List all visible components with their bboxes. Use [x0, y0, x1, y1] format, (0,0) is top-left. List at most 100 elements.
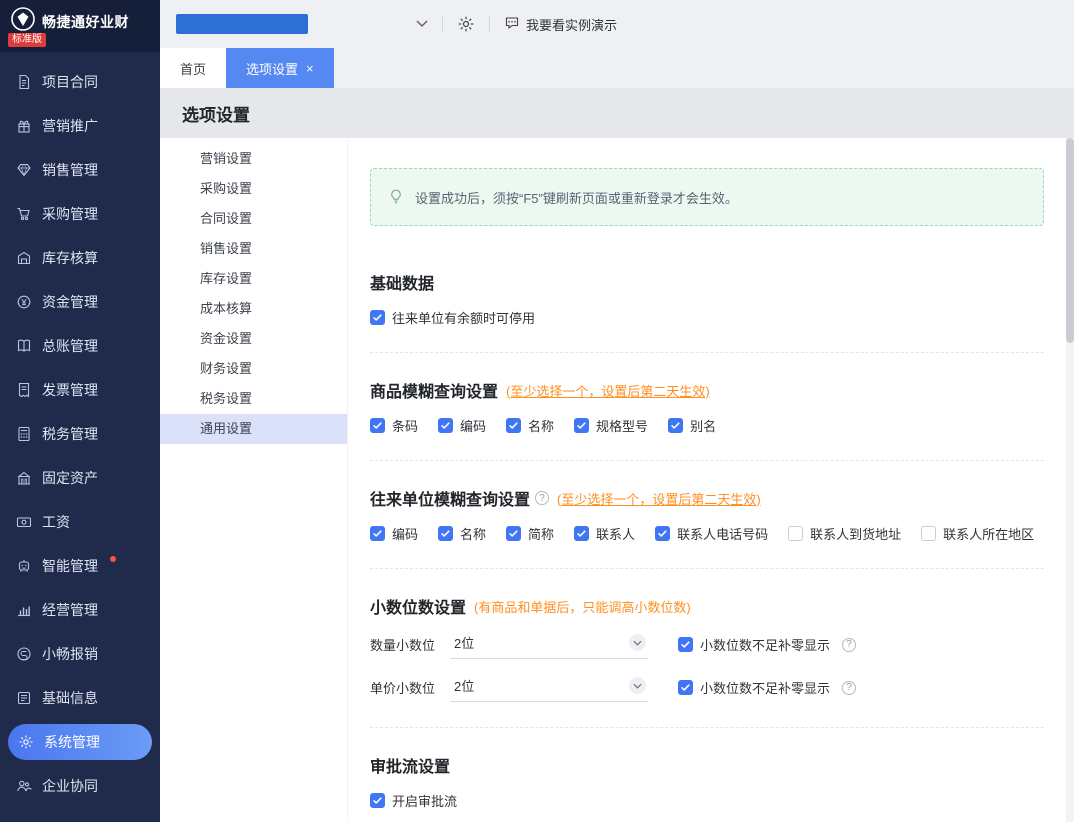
settings-nav-item-9[interactable]: 通用设置 — [160, 414, 347, 444]
checkbox-option[interactable]: 联系人 — [574, 524, 635, 543]
checkbox-option[interactable]: 联系人所在地区 — [921, 524, 1034, 543]
options-row: 编码 名称 简称 联系人 联系人电话号码 联系人到货地址 联系人所在地区 — [370, 524, 1044, 543]
system-gear-icon — [18, 734, 34, 750]
section-partner-fuzzy: 往来单位模糊查询设置? (至少选择一个，设置后第二天生效) 编码 名称 简称 联系人 联系人… — [370, 486, 1044, 543]
help-icon[interactable]: ? — [535, 491, 550, 505]
close-tab-icon[interactable]: × — [306, 61, 314, 76]
section-title: 小数位数设置 — [370, 600, 467, 617]
checkbox-option[interactable]: 联系人电话号码 — [655, 524, 768, 543]
promotion-icon — [16, 118, 32, 134]
checkbox-icon — [788, 526, 804, 541]
section-approval: 审批流设置开启审批流仅修改人可提交单据 — [370, 753, 1044, 822]
checkbox-label: 开启审批流 — [392, 794, 458, 809]
sidebar-item-payroll[interactable]: 工资 — [0, 500, 160, 544]
sidebar-item-purchase[interactable]: 采购管理 — [0, 192, 160, 236]
sidebar-menu: 项目合同 营销推广 销售管理采购管理库存核算资金管理总账管理发票管理税务管理 固定资产… — [0, 52, 160, 822]
collaboration-icon — [16, 778, 32, 794]
sidebar-item-funds[interactable]: 资金管理 — [0, 280, 160, 324]
checkbox-option[interactable]: 别名 — [668, 416, 716, 435]
demo-link[interactable]: 我要看实例演示 — [504, 15, 617, 34]
settings-nav: 营销设置 采购设置 合同设置 销售设置 库存设置 成本核算 资金设置 财务设置 税务设置 通用设置 — [160, 138, 348, 822]
decimal-select[interactable]: 2位 — [450, 630, 648, 659]
settings-nav-item-7[interactable]: 财务设置 — [160, 354, 347, 384]
sidebar-item-smart[interactable]: 智能管理 — [0, 544, 160, 588]
help-icon[interactable]: ? — [842, 680, 857, 695]
checkbox-option[interactable]: 条码 — [370, 416, 418, 435]
checkbox-option[interactable]: 小数位数不足补零显示? — [678, 678, 857, 697]
sidebar-item-operations[interactable]: 经营管理 — [0, 588, 160, 632]
chevron-down-icon — [629, 634, 646, 651]
lightbulb-icon — [387, 187, 405, 208]
sidebar-item-label: 发票管理 — [42, 382, 98, 398]
checkbox-option[interactable]: 联系人到货地址 — [788, 524, 901, 543]
scrollbar[interactable] — [1066, 138, 1074, 822]
checkbox-option[interactable]: 开启审批流 — [370, 791, 457, 810]
settings-nav-item-3[interactable]: 销售设置 — [160, 234, 347, 264]
sidebar-item-tax[interactable]: 税务管理 — [0, 412, 160, 456]
sidebar-item-sales[interactable]: 销售管理 — [0, 148, 160, 192]
checkbox-label: 编码 — [460, 419, 487, 434]
checkbox-icon — [921, 526, 937, 541]
sidebar-item-inventory[interactable]: 库存核算 — [0, 236, 160, 280]
checkbox-label: 简称 — [528, 527, 555, 542]
tab-1[interactable]: 选项设置 × — [226, 48, 334, 88]
sidebar-item-label: 资金管理 — [42, 294, 98, 310]
ledger-icon — [16, 338, 32, 354]
decimal-select[interactable]: 2位 — [450, 673, 648, 702]
gear-icon[interactable] — [457, 15, 475, 33]
sidebar-item-system-gear[interactable]: 系统管理 — [8, 724, 152, 760]
section-divider — [370, 352, 1044, 353]
checkbox-option[interactable]: 编码 — [370, 524, 418, 543]
checkbox-option[interactable]: 小数位数不足补零显示? — [678, 635, 857, 654]
settings-nav-item-2[interactable]: 合同设置 — [160, 204, 347, 234]
sidebar-item-label: 工资 — [42, 514, 70, 530]
organization-selector[interactable] — [176, 14, 428, 34]
sidebar-item-invoice[interactable]: 发票管理 — [0, 368, 160, 412]
scrollbar-thumb[interactable] — [1066, 138, 1074, 343]
page-title: 选项设置 — [160, 88, 1074, 138]
checkbox-label: 往来单位有余额时可停用 — [392, 311, 536, 326]
checkbox-icon — [438, 418, 454, 433]
checkbox-icon — [370, 310, 385, 325]
checkbox-option[interactable]: 简称 — [506, 524, 554, 543]
checkbox-icon — [438, 526, 454, 541]
checkbox-option[interactable]: 名称 — [506, 416, 554, 435]
checkbox-icon — [678, 680, 693, 695]
settings-nav-item-0[interactable]: 营销设置 — [160, 144, 347, 174]
checkbox-label: 联系人所在地区 — [943, 527, 1035, 542]
checkbox-option[interactable]: 名称 — [438, 524, 486, 543]
sidebar-item-basic-info[interactable]: 基础信息 — [0, 676, 160, 720]
redacted-org-name — [176, 14, 308, 34]
checkbox-icon — [370, 526, 385, 541]
checkbox-option[interactable]: 编码 — [438, 416, 486, 435]
sidebar-item-contract[interactable]: 项目合同 — [0, 60, 160, 104]
tab-0[interactable]: 首页 — [160, 48, 227, 88]
section-decimal: 小数位数设置 (有商品和单据后，只能调高小数位数) 数量小数位 2位 小数位数不足补零显… — [370, 594, 1044, 702]
section-title: 往来单位模糊查询设置 — [370, 492, 531, 509]
settings-nav-item-6[interactable]: 资金设置 — [160, 324, 347, 354]
sidebar-item-ledger[interactable]: 总账管理 — [0, 324, 160, 368]
sidebar-item-label: 采购管理 — [42, 206, 98, 222]
section-title: 基础数据 — [370, 276, 435, 293]
sidebar-item-promotion[interactable]: 营销推广 — [0, 104, 160, 148]
sidebar-item-reimburse[interactable]: 小畅报销 — [0, 632, 160, 676]
smart-icon — [16, 558, 32, 574]
tab-label: 首页 — [180, 61, 207, 77]
checkbox-label: 别名 — [690, 419, 717, 434]
operations-icon — [16, 602, 32, 618]
checkbox-label: 编码 — [392, 527, 419, 542]
sidebar-item-collaboration[interactable]: 企业协同 — [0, 764, 160, 808]
checkbox-label: 条码 — [392, 419, 419, 434]
checkbox-option[interactable]: 往来单位有余额时可停用 — [370, 308, 535, 327]
settings-nav-item-4[interactable]: 库存设置 — [160, 264, 347, 294]
help-icon[interactable]: ? — [842, 637, 857, 652]
section-divider — [370, 727, 1044, 728]
settings-nav-item-8[interactable]: 税务设置 — [160, 384, 347, 414]
settings-nav-item-1[interactable]: 采购设置 — [160, 174, 347, 204]
settings-nav-item-5[interactable]: 成本核算 — [160, 294, 347, 324]
checkbox-label: 小数位数不足补零显示 — [700, 681, 831, 696]
checkbox-label: 联系人到货地址 — [810, 527, 902, 542]
checkbox-option[interactable]: 规格型号 — [574, 416, 648, 435]
section-title: 审批流设置 — [370, 759, 451, 776]
sidebar-item-fixed-asset[interactable]: 固定资产 — [0, 456, 160, 500]
